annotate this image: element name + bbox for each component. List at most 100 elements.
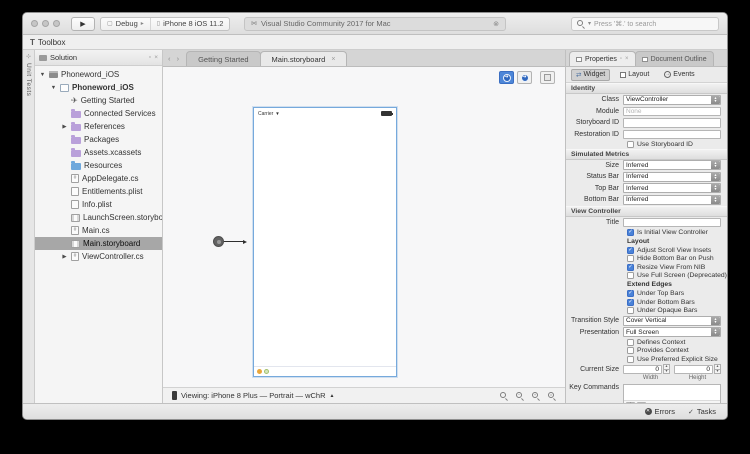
- restoration-id-input[interactable]: [623, 129, 721, 139]
- events-mode-button[interactable]: → Events: [659, 69, 699, 81]
- zoom-actual-button[interactable]: =: [548, 391, 556, 400]
- tree-item[interactable]: Connected Services: [35, 107, 162, 120]
- zoom-in-button[interactable]: +: [532, 391, 540, 400]
- content-height-input[interactable]: [674, 364, 713, 374]
- global-search-input[interactable]: ▾ Press '⌘.' to search: [571, 16, 719, 31]
- expander-icon[interactable]: ▶: [61, 124, 68, 130]
- checkbox-icon[interactable]: [627, 140, 634, 148]
- close-window-button[interactable]: [31, 20, 38, 27]
- storyboard-id-input[interactable]: [623, 118, 721, 128]
- tree-item[interactable]: ▶ # ViewController.cs: [35, 250, 162, 263]
- tree-item[interactable]: Resources: [35, 159, 162, 172]
- frame-mode-button[interactable]: ➜: [517, 71, 532, 84]
- presentation-select[interactable]: Full Screen ▲ ▼: [623, 327, 721, 338]
- checkbox-icon[interactable]: ✓: [627, 228, 634, 236]
- unit-tests-tab[interactable]: Unit Tests: [25, 63, 32, 96]
- tab-close-icon[interactable]: ×: [331, 56, 335, 63]
- status-bar-select[interactable]: Inferred ▲ ▼: [623, 171, 721, 182]
- expander-icon[interactable]: ▼: [50, 85, 57, 91]
- tree-item[interactable]: # Main.cs: [35, 224, 162, 237]
- caret-up-icon[interactable]: ▲: [330, 393, 335, 399]
- transition-style-select[interactable]: Cover Vertical ▲ ▼: [623, 315, 721, 326]
- tree-item[interactable]: ▶ References: [35, 120, 162, 133]
- title-input[interactable]: [623, 217, 721, 227]
- tree-item[interactable]: Assets.xcassets: [35, 146, 162, 159]
- tree-item[interactable]: # AppDelegate.cs: [35, 172, 162, 185]
- checkbox-icon[interactable]: ✓: [627, 290, 634, 298]
- tree-item[interactable]: Info.plist: [35, 198, 162, 211]
- checkbox-icon[interactable]: [627, 272, 634, 280]
- checkbox-row[interactable]: ✓ Adjust Scroll View Insets: [566, 246, 727, 255]
- checkbox-icon[interactable]: ✓: [627, 263, 634, 271]
- constraint-mode-button[interactable]: ➜: [499, 71, 514, 84]
- dock-pin-icon[interactable]: ⊹: [26, 53, 31, 60]
- root-view[interactable]: [254, 119, 396, 366]
- checkbox-icon[interactable]: [627, 338, 634, 346]
- pad-close-icon[interactable]: ×: [625, 56, 629, 62]
- dismiss-icon[interactable]: ⊗: [493, 20, 499, 28]
- height-stepper[interactable]: ▲ ▼: [714, 364, 721, 375]
- zoom-fit-button[interactable]: [500, 391, 508, 400]
- pad-close-icon[interactable]: ×: [154, 54, 158, 61]
- minimize-window-button[interactable]: [42, 20, 49, 27]
- checkbox-icon[interactable]: ✓: [627, 246, 634, 254]
- widget-mode-button[interactable]: ⇄ Widget: [571, 68, 611, 81]
- tree-item[interactable]: Entitlements.plist: [35, 185, 162, 198]
- class-select[interactable]: ViewController ▲ ▼: [623, 94, 721, 105]
- tree-item[interactable]: Packages: [35, 133, 162, 146]
- use-storyboard-id-checkbox-row[interactable]: Use Storyboard ID: [566, 140, 727, 149]
- checkbox-icon[interactable]: ✓: [627, 298, 634, 306]
- tree-item[interactable]: ▼ Phoneword_iOS: [35, 68, 162, 81]
- checkbox-icon[interactable]: [627, 355, 634, 363]
- expander-icon[interactable]: ▶: [61, 254, 68, 260]
- tab-document-outline[interactable]: Document Outline: [634, 51, 714, 66]
- expander-icon[interactable]: ▼: [39, 72, 46, 78]
- view-controller-scene[interactable]: Carrier ▼: [253, 107, 397, 377]
- checkbox-icon[interactable]: [627, 347, 634, 355]
- status-dot-icon[interactable]: [264, 369, 269, 374]
- size-select[interactable]: Inferred ▲ ▼: [623, 160, 721, 171]
- tree-item[interactable]: ✈ Getting Started: [35, 94, 162, 107]
- device-target-dropdown[interactable]: ▯ iPhone 8 iOS 11.2: [149, 17, 230, 30]
- initial-view-controller-arrow[interactable]: [213, 236, 247, 247]
- checkbox-row[interactable]: ✓ Under Bottom Bars: [566, 298, 727, 307]
- tree-item[interactable]: LaunchScreen.storyboard: [35, 211, 162, 224]
- tree-item[interactable]: ▼ Phoneword_iOS: [35, 81, 162, 94]
- errors-button[interactable]: ✕ Errors: [644, 407, 675, 416]
- grid-toggle-button[interactable]: [540, 71, 555, 84]
- tree-item[interactable]: Main.storyboard: [35, 237, 162, 250]
- pad-dock-icon[interactable]: ▫: [620, 56, 622, 62]
- checkbox-icon[interactable]: [627, 307, 634, 315]
- checkbox-row[interactable]: Use Full Screen (Deprecated): [566, 272, 727, 281]
- width-stepper[interactable]: ▲ ▼: [663, 364, 670, 375]
- storyboard-canvas[interactable]: ➜ ➜ Carrier ▼: [163, 67, 565, 387]
- checkbox-row[interactable]: Use Preferred Explicit Size: [566, 355, 727, 364]
- tab-nav-arrows[interactable]: ‹ ›: [166, 54, 186, 66]
- toolbox-bar[interactable]: T Toolbox: [23, 35, 727, 50]
- checkbox-row[interactable]: Hide Bottom Bar on Push: [566, 255, 727, 264]
- layout-mode-button[interactable]: Layout: [615, 69, 654, 81]
- debug-config-dropdown[interactable]: ▢ Debug ▸: [101, 18, 150, 30]
- zoom-window-button[interactable]: [53, 20, 60, 27]
- checkbox-row[interactable]: ✓ Is Initial View Controller: [566, 228, 727, 237]
- tasks-button[interactable]: ✓ Tasks: [688, 407, 716, 416]
- section-header-identity[interactable]: Identity: [566, 83, 727, 94]
- tab-getting-started[interactable]: Getting Started: [186, 51, 261, 66]
- warning-dot-icon[interactable]: [257, 369, 262, 374]
- section-header-view-controller[interactable]: View Controller: [566, 205, 727, 217]
- tab-properties[interactable]: Properties ▫ ×: [569, 51, 636, 66]
- run-button[interactable]: ▶: [71, 16, 95, 31]
- content-width-input[interactable]: [623, 364, 662, 374]
- checkbox-row[interactable]: ✓ Resize View From NIB: [566, 263, 727, 272]
- pad-dock-icon[interactable]: ▫: [149, 54, 151, 61]
- section-header-simulated-metrics[interactable]: Simulated Metrics: [566, 148, 727, 160]
- zoom-out-button[interactable]: −: [516, 391, 524, 400]
- viewing-label[interactable]: Viewing: iPhone 8 Plus — Portrait — wChR: [181, 391, 326, 400]
- checkbox-row[interactable]: ✓ Under Top Bars: [566, 290, 727, 299]
- checkbox-row[interactable]: Under Opaque Bars: [566, 307, 727, 316]
- key-commands-list[interactable]: + −: [623, 384, 721, 403]
- bottom-bar-select[interactable]: Inferred ▲ ▼: [623, 194, 721, 205]
- checkbox-row[interactable]: Provides Context: [566, 347, 727, 356]
- top-bar-select[interactable]: Inferred ▲ ▼: [623, 183, 721, 194]
- checkbox-icon[interactable]: [627, 255, 634, 263]
